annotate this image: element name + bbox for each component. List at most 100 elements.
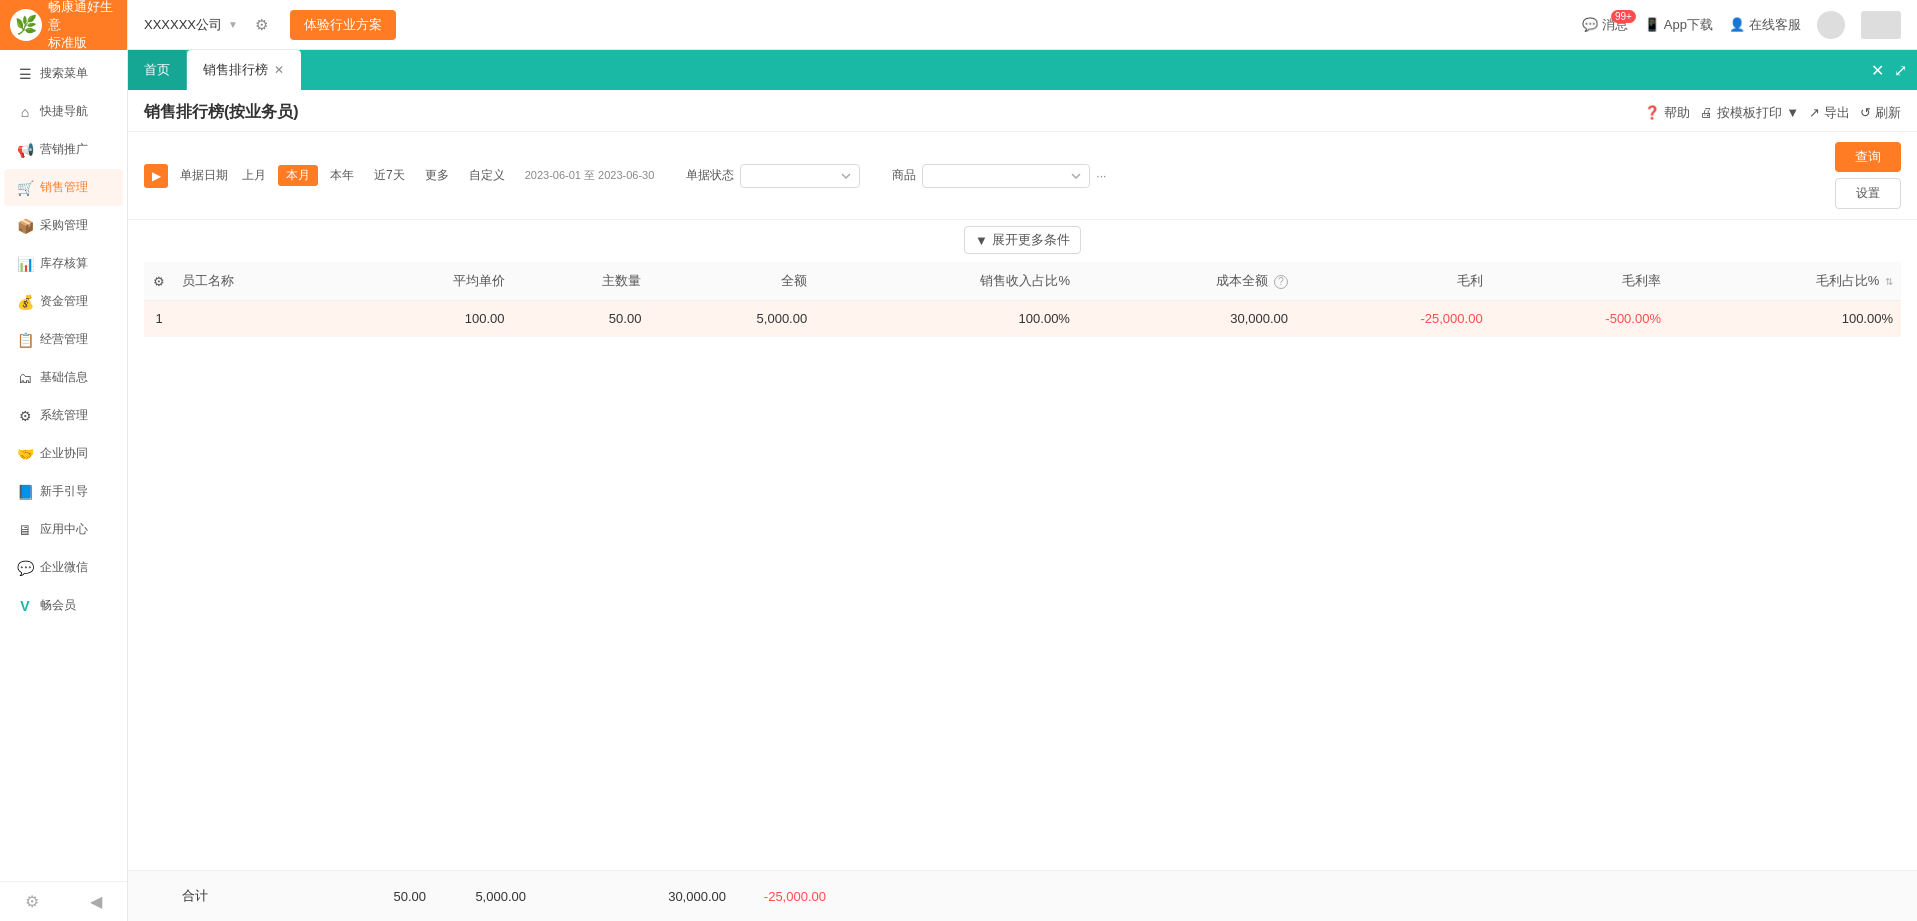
goods-more-icon[interactable]: ··· [1096, 169, 1106, 183]
top-header: XXXXXX公司 ▼ ⚙ 体验行业方案 💬 消息 99+ 📱 App下载 👤 在… [128, 0, 1917, 50]
data-table: ⚙ 员工名称 平均单价 主数量 全额 [144, 262, 1901, 337]
export-button[interactable]: ↗ 导出 [1809, 104, 1850, 122]
sidebar-logo: 🌿 畅康通好生意 标准版 [0, 0, 127, 50]
sidebar-item-finance[interactable]: 💰 资金管理 [4, 283, 123, 320]
page-actions: ❓ 帮助 🖨 按模板打印 ▼ ↗ 导出 ↺ 刷新 [1644, 104, 1901, 122]
date-tab-7days[interactable]: 近7天 [366, 165, 413, 186]
tab-close-icon[interactable]: ✕ [274, 63, 284, 77]
date-tab-last-month[interactable]: 上月 [234, 165, 274, 186]
table-row: 1 100.00 50.00 5,000.00 100.00% 30,000.0… [144, 301, 1901, 337]
date-filter-label: 单据日期 [180, 167, 228, 184]
home-icon: ⌂ [16, 104, 34, 120]
sidebar-item-collab[interactable]: 🤝 企业协同 [4, 435, 123, 472]
filter-arrow-button[interactable]: ▶ [144, 164, 168, 188]
refresh-icon: ↺ [1860, 105, 1871, 120]
date-tab-more[interactable]: 更多 [417, 165, 457, 186]
tab-bar: 首页 销售排行榜 ✕ ✕ ⤢ [128, 50, 1917, 90]
basics-icon: 🗂 [16, 370, 34, 386]
cell-gross: -25,000.00 [1296, 301, 1491, 337]
table-container: ⚙ 员工名称 平均单价 主数量 全额 [128, 262, 1917, 870]
tab-bar-right: ✕ ⤢ [1861, 50, 1917, 90]
print-dropdown-icon: ▼ [1786, 105, 1799, 120]
tab-home-label: 首页 [144, 61, 170, 79]
sidebar: 🌿 畅康通好生意 标准版 ☰ 搜索菜单 ⌂ 快捷导航 📢 营销推广 🛒 销售管理… [0, 0, 128, 921]
goods-input[interactable] [922, 164, 1090, 188]
expand-icon: ▼ [975, 233, 988, 248]
user-avatar[interactable] [1817, 11, 1845, 39]
sidebar-item-purchase[interactable]: 📦 采购管理 [4, 207, 123, 244]
col-gross-pct: 毛利占比% ⇅ [1669, 262, 1901, 301]
sidebar-item-search[interactable]: ☰ 搜索菜单 [4, 55, 123, 92]
online-service-button[interactable]: 👤 在线客服 [1729, 16, 1801, 34]
search-menu-icon: ☰ [16, 66, 34, 82]
expand-label: 展开更多条件 [992, 231, 1070, 249]
date-tab-this-year[interactable]: 本年 [322, 165, 362, 186]
query-button[interactable]: 查询 [1835, 142, 1901, 172]
settings-button[interactable]: 设置 [1835, 178, 1901, 209]
header-settings-button[interactable]: ⚙ [248, 11, 276, 39]
sidebar-item-basics[interactable]: 🗂 基础信息 [4, 359, 123, 396]
help-icon: ❓ [1644, 105, 1660, 120]
footer-cost: 30,000.00 [634, 883, 734, 910]
tab-bar-close-icon[interactable]: ✕ [1871, 61, 1884, 80]
footer-gross: -25,000.00 [734, 883, 834, 910]
col-settings[interactable]: ⚙ [144, 262, 174, 301]
cell-sales-pct: 100.00% [815, 301, 1078, 337]
purchase-icon: 📦 [16, 218, 34, 234]
date-tabs: 上月 本月 本年 近7天 更多 自定义 [234, 165, 513, 186]
sidebar-nav: ☰ 搜索菜单 ⌂ 快捷导航 📢 营销推广 🛒 销售管理 📦 采购管理 📊 库存核… [0, 50, 127, 881]
system-icon: ⚙ [16, 408, 34, 424]
cell-gross-rate: -500.00% [1491, 301, 1669, 337]
tab-home[interactable]: 首页 [128, 50, 187, 90]
sidebar-settings-button[interactable]: ⚙ [25, 892, 39, 911]
status-filter: 单据状态 [686, 164, 860, 188]
online-service-label: 在线客服 [1749, 16, 1801, 34]
export-icon: ↗ [1809, 105, 1820, 120]
appcenter-icon: 🖥 [16, 522, 34, 538]
help-button[interactable]: ❓ 帮助 [1644, 104, 1690, 122]
gross-pct-sort-icon[interactable]: ⇅ [1885, 276, 1893, 287]
sidebar-item-operations[interactable]: 📋 经营管理 [4, 321, 123, 358]
expand-more-button[interactable]: ▼ 展开更多条件 [964, 226, 1081, 254]
sidebar-item-marketing[interactable]: 📢 营销推广 [4, 131, 123, 168]
company-selector[interactable]: XXXXXX公司 ▼ [144, 16, 238, 34]
sidebar-item-wechat[interactable]: 💬 企业微信 [4, 549, 123, 586]
footer-qty: 50.00 [354, 883, 434, 910]
content-area: 销售排行榜(按业务员) ❓ 帮助 🖨 按模板打印 ▼ ↗ 导出 [128, 90, 1917, 921]
operations-icon: 📋 [16, 332, 34, 348]
sidebar-item-sales[interactable]: 🛒 销售管理 [4, 169, 123, 206]
footer-gross-rate [834, 890, 914, 902]
marketing-icon: 📢 [16, 142, 34, 158]
sidebar-item-guide[interactable]: 📘 新手引导 [4, 473, 123, 510]
date-filter: 单据日期 上月 本月 本年 近7天 更多 自定义 [180, 165, 513, 186]
filter-arrow-icon: ▶ [152, 169, 161, 183]
inventory-icon: 📊 [16, 256, 34, 272]
print-button[interactable]: 🖨 按模板打印 ▼ [1700, 104, 1799, 122]
filter-bar: ▶ 单据日期 上月 本月 本年 近7天 更多 自定义 2023-06-01 至 [128, 132, 1917, 220]
message-button[interactable]: 💬 消息 99+ [1582, 16, 1628, 34]
sidebar-item-inventory[interactable]: 📊 库存核算 [4, 245, 123, 282]
page-title: 销售排行榜(按业务员) [144, 102, 299, 123]
sidebar-item-member[interactable]: V 畅会员 [4, 587, 123, 624]
status-select[interactable] [740, 164, 860, 188]
app-download-button[interactable]: 📱 App下载 [1644, 16, 1713, 34]
date-tab-this-month[interactable]: 本月 [278, 165, 318, 186]
cost-info-icon[interactable]: ? [1274, 275, 1288, 289]
sidebar-item-system[interactable]: ⚙ 系统管理 [4, 397, 123, 434]
sidebar-item-quicknav[interactable]: ⌂ 快捷导航 [4, 93, 123, 130]
logo-icon: 🌿 [10, 9, 42, 41]
date-tab-custom[interactable]: 自定义 [461, 165, 513, 186]
date-range-text: 2023-06-01 至 2023-06-30 [525, 168, 655, 183]
message-icon: 💬 [1582, 17, 1598, 32]
refresh-button[interactable]: ↺ 刷新 [1860, 104, 1901, 122]
date-range-display: 2023-06-01 至 2023-06-30 [525, 168, 655, 183]
cell-gross-pct: 100.00% [1669, 301, 1901, 337]
sidebar-item-appcenter[interactable]: 🖥 应用中心 [4, 511, 123, 548]
finance-icon: 💰 [16, 294, 34, 310]
message-badge: 99+ [1611, 10, 1636, 23]
col-employee-name: 员工名称 [174, 262, 343, 301]
tab-bar-restore-icon[interactable]: ⤢ [1894, 61, 1907, 80]
sidebar-collapse-button[interactable]: ◀ [90, 892, 102, 911]
tab-sales-ranking[interactable]: 销售排行榜 ✕ [187, 50, 301, 90]
trial-button[interactable]: 体验行业方案 [290, 10, 396, 40]
